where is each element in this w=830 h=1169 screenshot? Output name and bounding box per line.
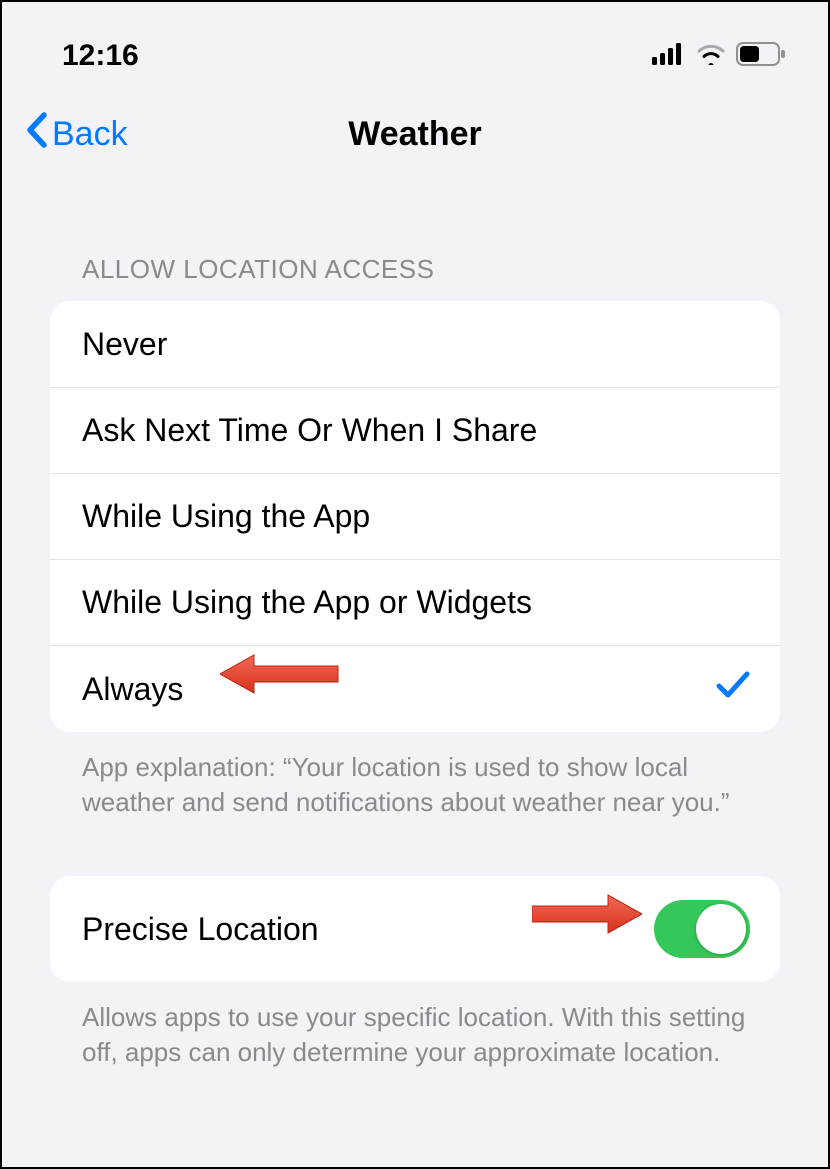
back-label: Back bbox=[52, 115, 128, 154]
option-label: While Using the App or Widgets bbox=[82, 584, 532, 621]
option-label: Always bbox=[82, 671, 183, 708]
option-label: Never bbox=[82, 326, 167, 363]
option-never[interactable]: Never bbox=[50, 301, 780, 387]
battery-icon bbox=[736, 42, 786, 71]
precise-location-toggle[interactable] bbox=[654, 900, 750, 958]
location-access-footer: App explanation: “Your location is used … bbox=[2, 732, 828, 820]
option-ask-next-time[interactable]: Ask Next Time Or When I Share bbox=[50, 387, 780, 473]
option-while-using-app[interactable]: While Using the App bbox=[50, 473, 780, 559]
location-access-header: ALLOW LOCATION ACCESS bbox=[2, 174, 828, 301]
option-while-using-app-or-widgets[interactable]: While Using the App or Widgets bbox=[50, 559, 780, 645]
precise-location-label: Precise Location bbox=[82, 911, 319, 948]
checkmark-icon bbox=[716, 670, 750, 708]
status-time: 12:16 bbox=[62, 39, 139, 73]
location-access-group: Never Ask Next Time Or When I Share Whil… bbox=[50, 301, 780, 732]
precise-location-footer: Allows apps to use your specific locatio… bbox=[2, 982, 828, 1070]
status-icons bbox=[652, 42, 786, 71]
nav-bar: Back Weather bbox=[2, 94, 828, 174]
chevron-left-icon bbox=[24, 111, 50, 158]
option-always[interactable]: Always bbox=[50, 645, 780, 732]
wifi-icon bbox=[696, 43, 726, 70]
precise-location-group: Precise Location bbox=[50, 876, 780, 982]
back-button[interactable]: Back bbox=[2, 111, 128, 158]
cellular-icon bbox=[652, 43, 686, 70]
option-label: Ask Next Time Or When I Share bbox=[82, 412, 537, 449]
status-bar: 12:16 bbox=[2, 2, 828, 82]
option-label: While Using the App bbox=[82, 498, 370, 535]
precise-location-row[interactable]: Precise Location bbox=[50, 876, 780, 982]
